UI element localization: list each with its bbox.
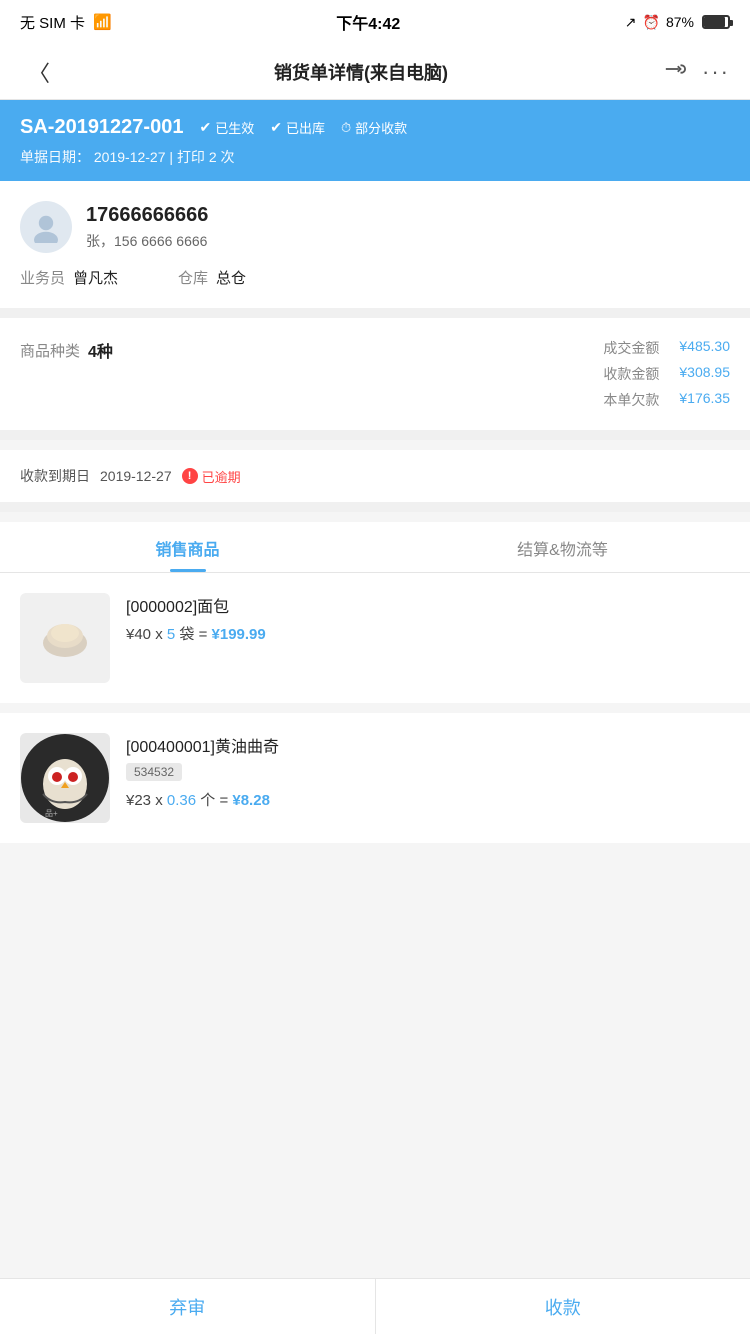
customer-info: 17666666666 张，156 6666 6666 [86,204,208,251]
product-name-1: [000400001]黄油曲奇 [126,733,730,757]
page-title: 销货单详情(来自电脑) [58,59,664,85]
divider-2 [0,430,750,440]
amount-stats: 成交金额 ¥485.30 收款金额 ¥308.95 本单欠款 ¥176.35 [603,338,730,410]
customer-meta: 业务员 曾凡杰 仓库 总仓 [20,267,730,288]
carrier-text: 无 SIM 卡 [20,12,85,33]
order-id: SA-20191227-001 [20,116,183,139]
customer-id: 17666666666 [86,204,208,227]
customer-row: 17666666666 张，156 6666 6666 [20,201,730,253]
warehouse-label: 仓库 [178,267,208,288]
product-type-stat: 商品种类 4种 [20,338,113,362]
type-count: 4种 [88,338,113,362]
header-date-row: 单据日期： 2019-12-27 | 打印 2 次 [20,147,730,167]
clock-icon: ⏱ [341,120,351,136]
received-value: ¥308.95 [679,364,730,384]
type-label: 商品种类 [20,340,80,361]
tab-settlement[interactable]: 结算&物流等 [375,522,750,572]
sales-meta: 业务员 曾凡杰 [20,267,118,288]
product-item-1: 品+ [000400001]黄油曲奇 534532 ¥23 x 0.36 个 =… [0,713,750,843]
cancel-audit-button[interactable]: 弃审 [0,1279,376,1334]
alarm-icon: ⏰ [643,14,660,31]
tabs-section: 销售商品 结算&物流等 [0,522,750,573]
due-label: 收款到期日 [20,466,90,486]
debt-line: 本单欠款 ¥176.35 [603,390,730,410]
customer-section: 17666666666 张，156 6666 6666 业务员 曾凡杰 仓库 总… [0,181,750,308]
qty-0: 5 [167,626,175,643]
order-info-row: SA-20191227-001 ✔ 已生效 ✔ 已出库 ⏱ 部分收款 [20,116,730,139]
svg-text:品+: 品+ [45,809,58,818]
header-banner: SA-20191227-001 ✔ 已生效 ✔ 已出库 ⏱ 部分收款 单据日期：… [0,100,750,181]
location-icon: ↗ [625,14,637,31]
wifi-icon: 📶 [93,13,112,31]
status-shipped: ✔ 已出库 [270,118,325,137]
status-time: 下午4:42 [336,10,400,34]
due-date: 2019-12-27 [100,468,172,484]
debt-label: 本单欠款 [603,390,659,410]
status-left: 无 SIM 卡 📶 [20,12,112,33]
amount-label: 成交金额 [603,338,659,358]
divider-pipe: | [169,149,177,165]
battery-bar [702,15,730,29]
warehouse-value: 总仓 [216,267,246,288]
received-line: 收款金额 ¥308.95 [603,364,730,384]
more-button[interactable]: ··· [702,59,730,85]
print-count-val: 2 [209,149,217,165]
bottom-bar: 弃审 收款 [0,1278,750,1334]
product-name-0: [0000002]面包 [126,593,730,617]
product-tag-1: 534532 [126,763,182,781]
status-bar: 无 SIM 卡 📶 下午4:42 ↗ ⏰ 87% [0,0,750,44]
collect-payment-button[interactable]: 收款 [376,1279,750,1334]
nav-actions: ··· [664,58,730,86]
total-1: ¥8.28 [232,792,270,809]
print-label: 打印 [177,149,205,165]
tabs-row: 销售商品 结算&物流等 [0,522,750,572]
back-button[interactable]: 〈 [20,48,58,96]
warehouse-meta: 仓库 总仓 [178,267,246,288]
received-label: 收款金额 [603,364,659,384]
qty-1: 0.36 [167,792,196,809]
overdue-dot: ! [182,468,198,484]
product-price-0: ¥40 x 5 袋 = ¥199.99 [126,623,730,644]
check-icon-1: ✔ [199,119,211,136]
tab-sales-goods[interactable]: 销售商品 [0,522,375,572]
due-section: 收款到期日 2019-12-27 ! 已逾期 [0,450,750,502]
order-date: 2019-12-27 [94,149,166,165]
stats-section: 商品种类 4种 成交金额 ¥485.30 收款金额 ¥308.95 本单欠款 ¥… [0,318,750,430]
nav-bar: 〈 销货单详情(来自电脑) ··· [0,44,750,100]
customer-sub: 张，156 6666 6666 [86,231,208,251]
date-label: 单据日期： [20,149,90,165]
avatar [20,201,72,253]
debt-value: ¥176.35 [679,390,730,410]
price-1: ¥23 [126,792,151,809]
check-icon-2: ✔ [270,119,282,136]
product-image-1: 品+ [20,733,110,823]
product-info-1: [000400001]黄油曲奇 534532 ¥23 x 0.36 个 = ¥8… [126,733,730,810]
stats-row: 商品种类 4种 成交金额 ¥485.30 收款金额 ¥308.95 本单欠款 ¥… [20,338,730,410]
divider-1 [0,308,750,318]
overdue-badge: ! 已逾期 [182,467,241,486]
divider-3 [0,502,750,512]
sales-label: 业务员 [20,267,65,288]
total-0: ¥199.99 [212,626,266,643]
battery-text: 87% [666,14,694,30]
product-info-0: [0000002]面包 ¥40 x 5 袋 = ¥199.99 [126,593,730,644]
tab-label-1: 结算&物流等 [517,542,608,559]
battery-fill [704,17,725,27]
amount-line: 成交金额 ¥485.30 [603,338,730,358]
sales-value: 曾凡杰 [73,267,118,288]
product-image-0 [20,593,110,683]
amount-value: ¥485.30 [679,338,730,358]
product-list: [0000002]面包 ¥40 x 5 袋 = ¥199.99 [0,573,750,843]
price-0: ¥40 [126,626,151,643]
overdue-text: 已逾期 [202,467,241,486]
status-right: ↗ ⏰ 87% [625,14,730,31]
product-price-1: ¥23 x 0.36 个 = ¥8.28 [126,789,730,810]
status-effective: ✔ 已生效 [199,118,254,137]
share-button[interactable] [664,58,686,86]
status-partial: ⏱ 部分收款 [341,118,407,137]
product-item-0: [0000002]面包 ¥40 x 5 袋 = ¥199.99 [0,573,750,703]
tab-label-0: 销售商品 [155,542,219,559]
